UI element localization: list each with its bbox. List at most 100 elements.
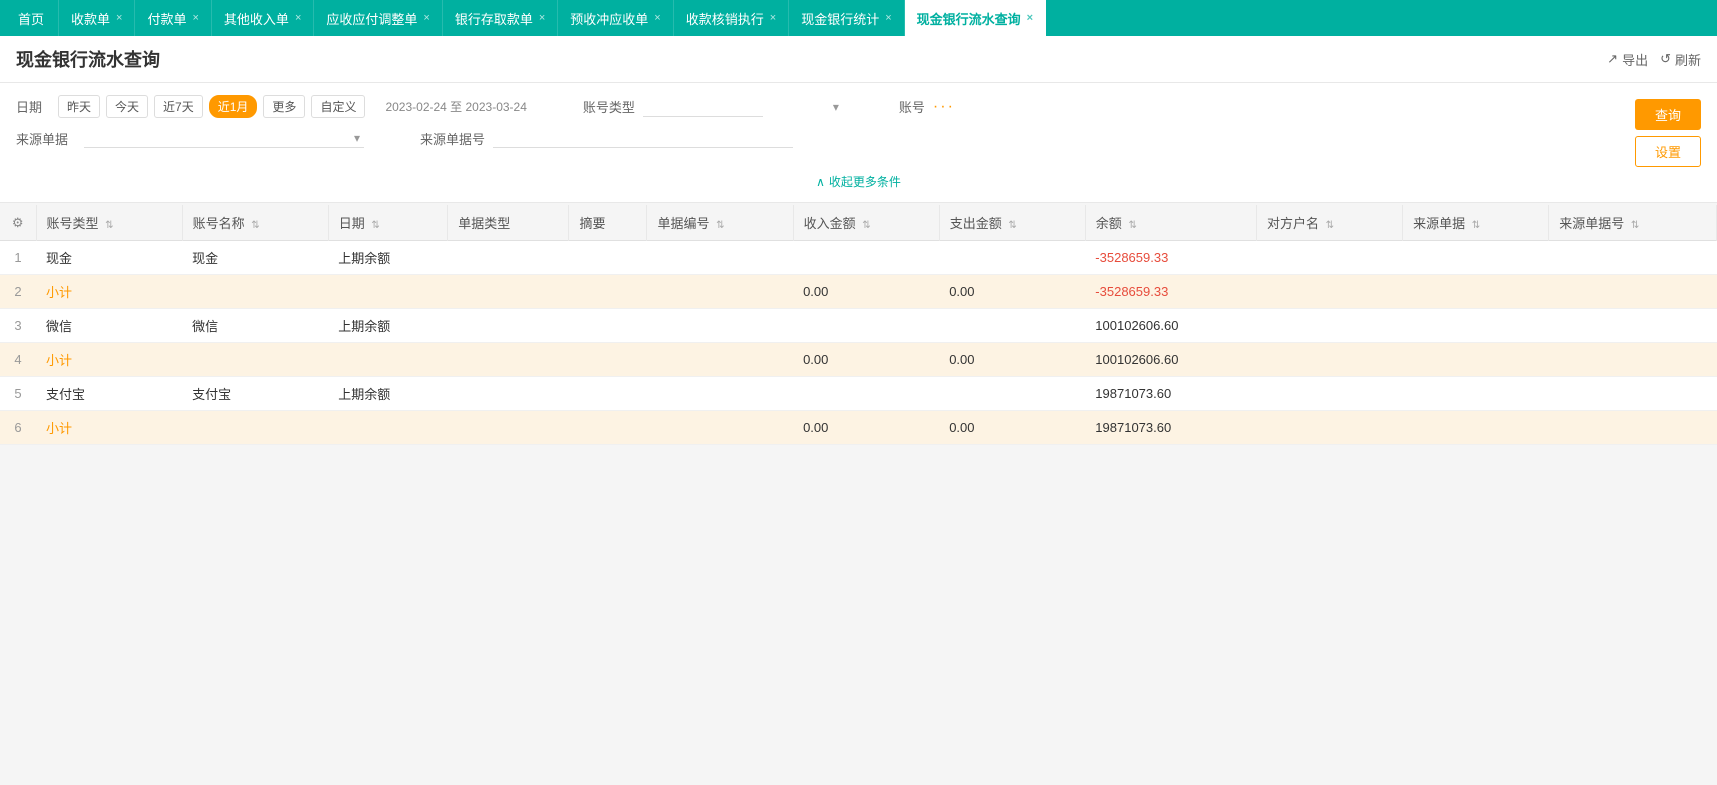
cell-account-type: 小计 (36, 275, 182, 309)
cell-expense: 0.00 (939, 411, 1085, 445)
th-gear[interactable]: ⚙ (0, 205, 36, 241)
nav-tab-2[interactable]: 其他收入单 × (212, 0, 314, 36)
close-tab-6-icon[interactable]: × (770, 12, 776, 24)
settings-button[interactable]: 设置 (1635, 136, 1701, 167)
table-row[interactable]: 2 小计 0.00 0.00 -3528659.33 (0, 275, 1717, 309)
nav-tab-4[interactable]: 银行存取款单 × (443, 0, 558, 36)
sort-account-name-icon: ⇅ (251, 220, 259, 231)
source-doc-select[interactable] (84, 128, 364, 148)
filter-area: 日期 昨天 今天 近7天 近1月 更多 自定义 2023-02-24 至 202… (0, 83, 1717, 203)
cell-row-num: 4 (0, 343, 36, 377)
cell-balance: 19871073.60 (1085, 377, 1256, 411)
cell-source-doc-no (1549, 309, 1717, 343)
cell-doc-type (448, 241, 569, 275)
cell-balance: 100102606.60 (1085, 309, 1256, 343)
cell-source-doc-no (1549, 377, 1717, 411)
date-btn-custom[interactable]: 自定义 (311, 95, 365, 118)
cell-account-name (182, 275, 328, 309)
page-header: 现金银行流水查询 ↗ 导出 ↺ 刷新 (0, 36, 1717, 83)
cell-account-type: 小计 (36, 343, 182, 377)
cell-expense: 0.00 (939, 343, 1085, 377)
th-counterpart[interactable]: 对方户名 ⇅ (1257, 205, 1403, 241)
cell-doc-type (448, 309, 569, 343)
date-btn-today[interactable]: 今天 (106, 95, 148, 118)
cell-source-doc (1403, 275, 1549, 309)
nav-tab-0[interactable]: 收款单 × (59, 0, 135, 36)
cell-summary (569, 377, 647, 411)
close-tab-0-icon[interactable]: × (116, 12, 122, 24)
cell-date (328, 275, 448, 309)
cell-doc-type (448, 343, 569, 377)
date-btn-more[interactable]: 更多 (263, 95, 305, 118)
date-btn-yesterday[interactable]: 昨天 (58, 95, 100, 118)
cell-income: 0.00 (793, 343, 939, 377)
close-tab-3-icon[interactable]: × (423, 12, 429, 24)
query-button[interactable]: 查询 (1635, 99, 1701, 130)
table-row[interactable]: 3 微信 微信 上期余额 100102606.60 (0, 309, 1717, 343)
account-dots-button[interactable]: ··· (933, 98, 955, 116)
nav-tab-6[interactable]: 收款核销执行 × (674, 0, 789, 36)
th-doc-no[interactable]: 单据编号 ⇅ (647, 205, 793, 241)
sort-balance-icon: ⇅ (1128, 220, 1136, 231)
cell-doc-no (647, 411, 793, 445)
cell-account-type: 小计 (36, 411, 182, 445)
th-date[interactable]: 日期 ⇅ (328, 205, 448, 241)
nav-home[interactable]: 首页 (4, 0, 59, 36)
cell-account-name: 微信 (182, 309, 328, 343)
cell-doc-type (448, 275, 569, 309)
cell-source-doc (1403, 411, 1549, 445)
close-tab-5-icon[interactable]: × (654, 12, 660, 24)
cell-source-doc (1403, 309, 1549, 343)
cell-date: 上期余额 (328, 309, 448, 343)
cell-doc-no (647, 275, 793, 309)
table-row[interactable]: 1 现金 现金 上期余额 -3528659.33 (0, 241, 1717, 275)
th-income[interactable]: 收入金额 ⇅ (793, 205, 939, 241)
close-tab-1-icon[interactable]: × (192, 12, 198, 24)
nav-tab-7[interactable]: 现金银行统计 × (789, 0, 904, 36)
refresh-button[interactable]: ↺ 刷新 (1660, 50, 1701, 69)
button-group: 查询 设置 (1635, 95, 1701, 167)
cell-source-doc-no (1549, 275, 1717, 309)
nav-tab-5[interactable]: 预收冲应收单 × (558, 0, 673, 36)
date-btn-7days[interactable]: 近7天 (154, 95, 203, 118)
th-balance[interactable]: 余额 ⇅ (1085, 205, 1256, 241)
th-expense[interactable]: 支出金额 ⇅ (939, 205, 1085, 241)
collapse-bar[interactable]: ∧ 收起更多条件 (16, 167, 1701, 190)
nav-tab-8[interactable]: 现金银行流水查询 × (905, 0, 1046, 36)
sort-counterpart-icon: ⇅ (1326, 220, 1334, 231)
th-account-type[interactable]: 账号类型 ⇅ (36, 205, 182, 241)
close-tab-4-icon[interactable]: × (539, 12, 545, 24)
source-doc-label: 来源单据 (16, 129, 68, 148)
account-label: 账号 (899, 97, 925, 116)
cell-doc-no (647, 309, 793, 343)
account-type-select[interactable]: 现金 微信 支付宝 (643, 97, 763, 117)
table-row[interactable]: 6 小计 0.00 0.00 19871073.60 (0, 411, 1717, 445)
cell-source-doc-no (1549, 411, 1717, 445)
cell-account-type: 现金 (36, 241, 182, 275)
cell-income (793, 377, 939, 411)
filter-row-1: 日期 昨天 今天 近7天 近1月 更多 自定义 2023-02-24 至 202… (16, 95, 1615, 118)
date-label: 日期 (16, 97, 42, 116)
account-type-select-wrapper: 现金 微信 支付宝 (643, 97, 843, 117)
th-source-doc[interactable]: 来源单据 ⇅ (1403, 205, 1549, 241)
export-button[interactable]: ↗ 导出 (1607, 50, 1648, 69)
close-tab-2-icon[interactable]: × (295, 12, 301, 24)
date-btn-1month[interactable]: 近1月 (209, 95, 258, 118)
table-row[interactable]: 4 小计 0.00 0.00 100102606.60 (0, 343, 1717, 377)
close-tab-7-icon[interactable]: × (885, 12, 891, 24)
cell-account-type: 支付宝 (36, 377, 182, 411)
source-doc-num-input[interactable] (493, 128, 793, 148)
cell-doc-no (647, 343, 793, 377)
cell-doc-no (647, 377, 793, 411)
refresh-icon: ↺ (1660, 51, 1671, 67)
th-source-doc-no[interactable]: 来源单据号 ⇅ (1549, 205, 1717, 241)
th-account-name[interactable]: 账号名称 ⇅ (182, 205, 328, 241)
close-tab-8-icon[interactable]: × (1027, 12, 1033, 24)
nav-tab-3[interactable]: 应收应付调整单 × (314, 0, 442, 36)
table-row[interactable]: 5 支付宝 支付宝 上期余额 19871073.60 (0, 377, 1717, 411)
cell-summary (569, 343, 647, 377)
cell-expense (939, 377, 1085, 411)
nav-tab-1[interactable]: 付款单 × (135, 0, 211, 36)
export-icon: ↗ (1607, 51, 1618, 67)
date-range-display: 2023-02-24 至 2023-03-24 (385, 98, 526, 115)
